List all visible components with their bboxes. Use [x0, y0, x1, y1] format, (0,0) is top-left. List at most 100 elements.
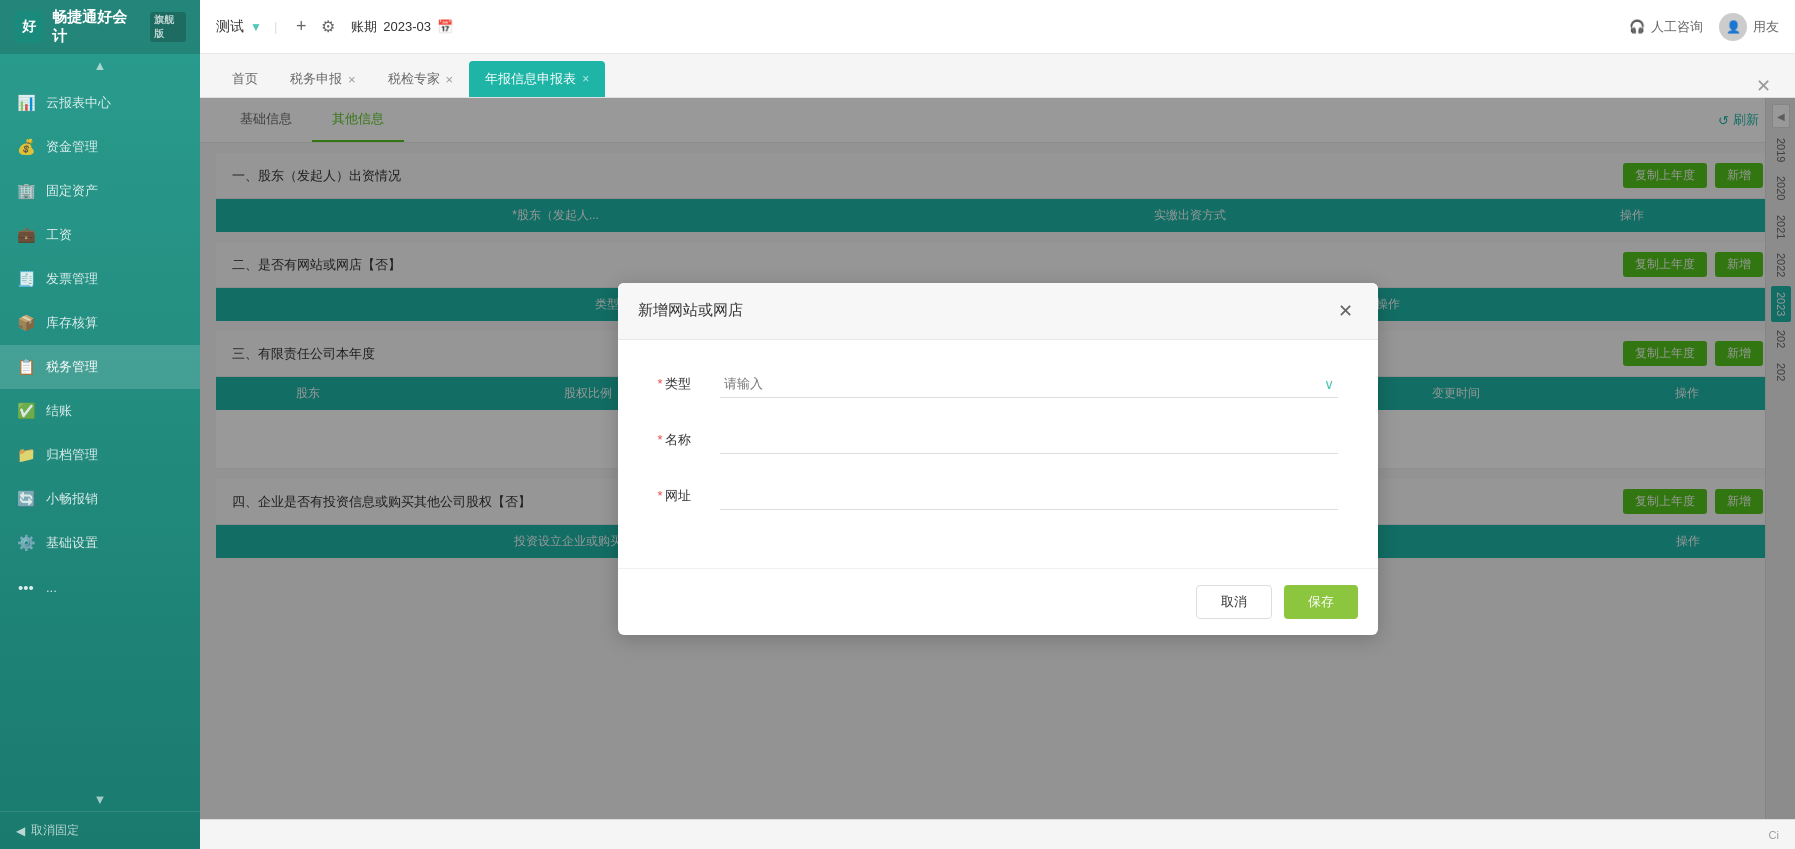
app-badge: 旗舰版: [150, 12, 186, 42]
label-text-name: 名称: [665, 432, 691, 447]
sidebar-item-more[interactable]: ••• ...: [0, 565, 200, 609]
headset-icon: 🎧: [1629, 19, 1645, 34]
fund-mgmt-icon: 💰: [16, 137, 36, 157]
small-report-icon: 🔄: [16, 489, 36, 509]
save-button[interactable]: 保存: [1284, 585, 1358, 619]
sidebar-pin-icon: ◀: [16, 824, 25, 838]
type-input-wrap: ∨: [720, 370, 1338, 398]
sidebar-item-fund-mgmt[interactable]: 💰 资金管理: [0, 125, 200, 169]
tab-tax-report[interactable]: 税务申报 ×: [274, 61, 372, 97]
cancel-button[interactable]: 取消: [1196, 585, 1272, 619]
tab-home-label: 首页: [232, 70, 258, 88]
company-selector[interactable]: 测试 ▼: [216, 18, 262, 36]
period-label: 账期: [351, 18, 377, 36]
settings-icon[interactable]: ⚙: [321, 17, 335, 36]
company-name: 测试: [216, 18, 244, 36]
company-dropdown-icon[interactable]: ▼: [250, 20, 262, 34]
dialog-body: *类型 ∨ *名称: [618, 340, 1378, 568]
form-label-type: *类型: [658, 375, 708, 393]
sidebar-item-label: 发票管理: [46, 270, 98, 288]
sidebar-items: 📊 云报表中心 💰 资金管理 🏢 固定资产 💼 工资 🧾 发票管理 📦 库存核算…: [0, 77, 200, 788]
sidebar-item-payroll[interactable]: 💼 工资: [0, 213, 200, 257]
period-value: 2023-03: [383, 19, 431, 34]
type-input[interactable]: [720, 370, 1338, 398]
sidebar-scroll-down[interactable]: ▼: [0, 788, 200, 811]
content-area: 基础信息 其他信息 ↺ 刷新 一、股东（发起人）出资情况 复制上年度: [200, 98, 1795, 819]
sidebar-scroll-up[interactable]: ▲: [0, 54, 200, 77]
sidebar-item-label: 固定资产: [46, 182, 98, 200]
name-input[interactable]: [720, 426, 1338, 454]
calendar-icon: 📅: [437, 19, 453, 34]
form-label-url: *网址: [658, 487, 708, 505]
required-mark-url: *: [658, 488, 663, 503]
sidebar-item-label: 资金管理: [46, 138, 98, 156]
add-website-dialog: 新增网站或网店 ✕ *类型 ∨: [618, 283, 1378, 635]
sidebar-item-inventory[interactable]: 📦 库存核算: [0, 301, 200, 345]
window-close-button[interactable]: ✕: [1748, 75, 1779, 97]
tab-tax-report-label: 税务申报: [290, 70, 342, 88]
fixed-assets-icon: 🏢: [16, 181, 36, 201]
tabbar: 首页 税务申报 × 税检专家 × 年报信息申报表 × ✕: [200, 54, 1795, 98]
add-company-button[interactable]: +: [289, 15, 313, 39]
sidebar-footer-label: 取消固定: [31, 822, 79, 839]
url-input-wrap: [720, 482, 1338, 510]
label-text-type: 类型: [665, 376, 691, 391]
sidebar-item-label: 归档管理: [46, 446, 98, 464]
sidebar-item-cloud-report[interactable]: 📊 云报表中心: [0, 81, 200, 125]
type-dropdown-icon[interactable]: ∨: [1324, 376, 1334, 392]
tab-tax-inspect[interactable]: 税检专家 ×: [372, 61, 470, 97]
bottom-text: Ci: [1769, 829, 1779, 841]
tab-annual-report[interactable]: 年报信息申报表 ×: [469, 61, 605, 97]
tax-mgmt-icon: 📋: [16, 357, 36, 377]
topbar-separator: |: [274, 19, 277, 34]
sidebar-item-label: 结账: [46, 402, 72, 420]
user-avatar-icon: 👤: [1726, 20, 1741, 34]
tab-tax-inspect-close[interactable]: ×: [446, 72, 454, 87]
invoice-mgmt-icon: 🧾: [16, 269, 36, 289]
topbar-right: 🎧 人工咨询 👤 用友: [1629, 13, 1779, 41]
tab-home[interactable]: 首页: [216, 61, 274, 97]
label-text-url: 网址: [665, 488, 691, 503]
base-settings-icon: ⚙️: [16, 533, 36, 553]
sidebar-footer[interactable]: ◀ 取消固定: [0, 811, 200, 849]
tab-tax-inspect-label: 税检专家: [388, 70, 440, 88]
tab-annual-report-close[interactable]: ×: [582, 72, 589, 86]
sidebar-item-label: 工资: [46, 226, 72, 244]
sidebar-item-invoice-mgmt[interactable]: 🧾 发票管理: [0, 257, 200, 301]
cloud-report-icon: 📊: [16, 93, 36, 113]
user-menu[interactable]: 👤 用友: [1719, 13, 1779, 41]
logo-icon: 好: [14, 11, 44, 43]
service-label: 人工咨询: [1651, 18, 1703, 36]
dialog-close-button[interactable]: ✕: [1334, 299, 1358, 323]
sidebar-item-tax-mgmt[interactable]: 📋 税务管理: [0, 345, 200, 389]
inventory-icon: 📦: [16, 313, 36, 333]
period-selector[interactable]: 账期 2023-03 📅: [351, 18, 453, 36]
url-input[interactable]: [720, 482, 1338, 510]
sidebar-item-base-settings[interactable]: ⚙️ 基础设置: [0, 521, 200, 565]
sidebar-item-label: ...: [46, 580, 57, 595]
sidebar-item-label: 云报表中心: [46, 94, 111, 112]
user-name: 用友: [1753, 18, 1779, 36]
form-row-type: *类型 ∨: [658, 370, 1338, 398]
sidebar-item-fixed-assets[interactable]: 🏢 固定资产: [0, 169, 200, 213]
sidebar-item-label: 税务管理: [46, 358, 98, 376]
archive-mgmt-icon: 📁: [16, 445, 36, 465]
topbar: 测试 ▼ | + ⚙ 账期 2023-03 📅 🎧 人工咨询 👤 用友: [200, 0, 1795, 54]
required-mark-name: *: [658, 432, 663, 447]
modal-overlay[interactable]: 新增网站或网店 ✕ *类型 ∨: [200, 98, 1795, 819]
dialog-title: 新增网站或网店: [638, 301, 743, 320]
service-button[interactable]: 🎧 人工咨询: [1629, 18, 1703, 36]
form-row-name: *名称: [658, 426, 1338, 454]
name-input-wrap: [720, 426, 1338, 454]
sidebar: 好 畅捷通好会计 旗舰版 ▲ 📊 云报表中心 💰 资金管理 🏢 固定资产 💼 工…: [0, 0, 200, 849]
form-label-name: *名称: [658, 431, 708, 449]
sidebar-item-archive-mgmt[interactable]: 📁 归档管理: [0, 433, 200, 477]
dialog-footer: 取消 保存: [618, 568, 1378, 635]
tab-annual-report-label: 年报信息申报表: [485, 70, 576, 88]
payroll-icon: 💼: [16, 225, 36, 245]
dialog-header: 新增网站或网店 ✕: [618, 283, 1378, 340]
sidebar-item-small-report[interactable]: 🔄 小畅报销: [0, 477, 200, 521]
main-area: 测试 ▼ | + ⚙ 账期 2023-03 📅 🎧 人工咨询 👤 用友: [200, 0, 1795, 849]
tab-tax-report-close[interactable]: ×: [348, 72, 356, 87]
sidebar-item-settlement[interactable]: ✅ 结账: [0, 389, 200, 433]
